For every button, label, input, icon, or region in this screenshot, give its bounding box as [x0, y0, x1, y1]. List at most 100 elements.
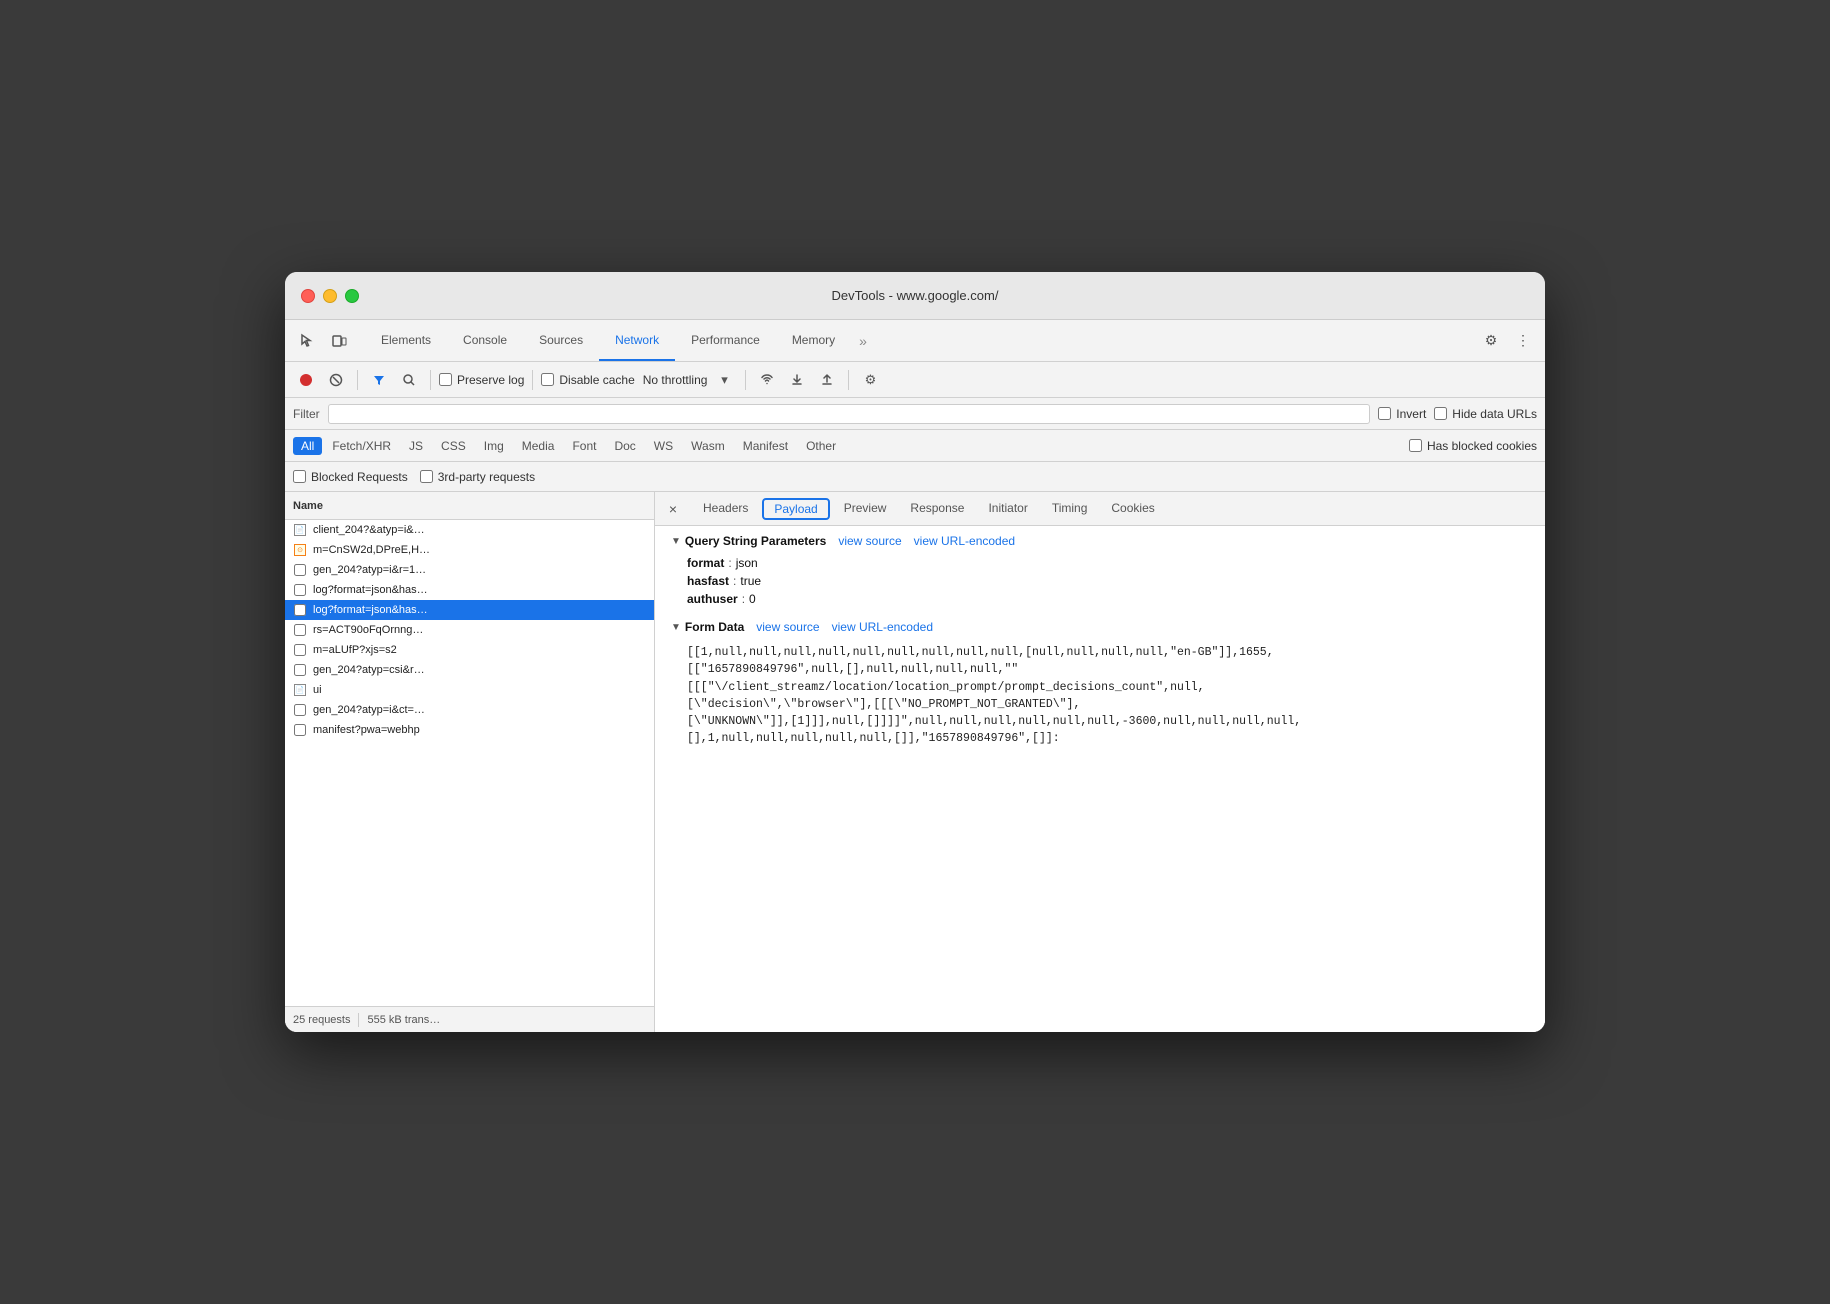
tab-performance[interactable]: Performance — [675, 320, 776, 361]
tab-sources[interactable]: Sources — [523, 320, 599, 361]
minimize-button[interactable] — [323, 289, 337, 303]
param-colon: : — [742, 592, 745, 606]
tab-memory[interactable]: Memory — [776, 320, 851, 361]
item-checkbox[interactable] — [294, 664, 306, 676]
request-list-panel: Name 📄 client_204?&atyp=i&… ⊙ m=CnSW2d,D… — [285, 492, 655, 1032]
network-conditions-button[interactable] — [754, 367, 780, 393]
filter-doc[interactable]: Doc — [606, 437, 643, 455]
filter-img[interactable]: Img — [476, 437, 512, 455]
query-section-title: ▼ Query String Parameters — [671, 534, 826, 548]
collapse-triangle-form[interactable]: ▼ — [671, 622, 681, 633]
maximize-button[interactable] — [345, 289, 359, 303]
filter-media[interactable]: Media — [514, 437, 563, 455]
tab-elements[interactable]: Elements — [365, 320, 447, 361]
tab-preview[interactable]: Preview — [832, 492, 899, 525]
request-item[interactable]: gen_204?atyp=csi&r… — [285, 660, 654, 680]
request-name: log?format=json&has… — [313, 584, 646, 596]
view-url-encoded-link[interactable]: view URL-encoded — [914, 534, 1015, 548]
tab-console[interactable]: Console — [447, 320, 523, 361]
preserve-log-label[interactable]: Preserve log — [439, 373, 524, 387]
throttle-dropdown[interactable]: ▾ — [711, 367, 737, 393]
item-checkbox[interactable] — [294, 584, 306, 596]
settings-icon-button[interactable]: ⚙ — [1477, 327, 1505, 355]
request-item[interactable]: ⊙ m=CnSW2d,DPreE,H… — [285, 540, 654, 560]
network-settings-button[interactable]: ⚙ — [857, 367, 883, 393]
tab-bar-tools — [293, 327, 353, 355]
status-divider — [358, 1013, 359, 1027]
request-item[interactable]: rs=ACT90oFqOrnng… — [285, 620, 654, 640]
request-item[interactable]: m=aLUfP?xjs=s2 — [285, 640, 654, 660]
import-button[interactable] — [784, 367, 810, 393]
hide-data-urls-label[interactable]: Hide data URLs — [1434, 407, 1537, 421]
form-view-source-link[interactable]: view source — [756, 620, 819, 634]
close-details-button[interactable]: × — [663, 499, 683, 519]
filter-fetch-xhr[interactable]: Fetch/XHR — [324, 437, 399, 455]
form-view-url-encoded-link[interactable]: view URL-encoded — [832, 620, 933, 634]
blocked-requests-checkbox[interactable] — [293, 470, 306, 483]
request-item[interactable]: gen_204?atyp=i&ct=… — [285, 700, 654, 720]
item-checkbox[interactable] — [294, 704, 306, 716]
item-checkbox[interactable] — [294, 724, 306, 736]
hide-data-urls-checkbox[interactable] — [1434, 407, 1447, 420]
tab-headers[interactable]: Headers — [691, 492, 760, 525]
form-data-value: [[1,null,null,null,null,null,null,null,n… — [671, 640, 1529, 752]
filter-types-bar: All Fetch/XHR JS CSS Img Media Font Doc … — [285, 430, 1545, 462]
tab-timing[interactable]: Timing — [1040, 492, 1100, 525]
collapse-triangle[interactable]: ▼ — [671, 536, 681, 547]
tab-network[interactable]: Network — [599, 320, 675, 361]
more-tabs-button[interactable]: » — [851, 333, 875, 349]
clear-button[interactable] — [323, 367, 349, 393]
item-checkbox[interactable] — [294, 624, 306, 636]
device-toggle-button[interactable] — [325, 327, 353, 355]
request-item[interactable]: log?format=json&has… — [285, 580, 654, 600]
request-item-selected[interactable]: log?format=json&has… — [285, 600, 654, 620]
preserve-log-checkbox[interactable] — [439, 373, 452, 386]
request-icon-doc: 📄 — [293, 683, 307, 697]
request-item[interactable]: 📄 ui — [285, 680, 654, 700]
disable-cache-checkbox[interactable] — [541, 373, 554, 386]
request-item[interactable]: 📄 client_204?&atyp=i&… — [285, 520, 654, 540]
filter-css[interactable]: CSS — [433, 437, 474, 455]
request-count: 25 requests — [293, 1014, 350, 1026]
filter-other[interactable]: Other — [798, 437, 844, 455]
filter-manifest[interactable]: Manifest — [735, 437, 796, 455]
select-element-button[interactable] — [293, 327, 321, 355]
item-checkbox[interactable] — [294, 604, 306, 616]
view-source-link[interactable]: view source — [838, 534, 901, 548]
tab-cookies[interactable]: Cookies — [1099, 492, 1166, 525]
request-item[interactable]: manifest?pwa=webhp — [285, 720, 654, 740]
filter-all[interactable]: All — [293, 437, 322, 455]
disable-cache-label[interactable]: Disable cache — [541, 373, 634, 387]
network-toolbar: Preserve log Disable cache No throttling… — [285, 362, 1545, 398]
third-party-checkbox[interactable] — [420, 470, 433, 483]
has-blocked-cookies-label[interactable]: Has blocked cookies — [1409, 439, 1537, 453]
filter-button[interactable] — [366, 367, 392, 393]
request-name: m=CnSW2d,DPreE,H… — [313, 544, 646, 556]
filter-font[interactable]: Font — [564, 437, 604, 455]
tab-payload[interactable]: Payload — [762, 498, 829, 520]
invert-label[interactable]: Invert — [1378, 407, 1426, 421]
item-checkbox[interactable] — [294, 644, 306, 656]
blocked-requests-label[interactable]: Blocked Requests — [293, 470, 408, 484]
request-icon — [293, 703, 307, 717]
more-options-button[interactable]: ⋮ — [1509, 327, 1537, 355]
query-section-header: ▼ Query String Parameters view source vi… — [671, 534, 1529, 548]
third-party-label[interactable]: 3rd-party requests — [420, 470, 535, 484]
param-value-hasfast: true — [740, 574, 761, 588]
status-bar: 25 requests 555 kB trans… — [285, 1006, 654, 1032]
has-blocked-cookies-checkbox[interactable] — [1409, 439, 1422, 452]
filter-wasm[interactable]: Wasm — [683, 437, 733, 455]
search-button[interactable] — [396, 367, 422, 393]
filter-js[interactable]: JS — [401, 437, 431, 455]
filter-ws[interactable]: WS — [646, 437, 681, 455]
record-button[interactable] — [293, 367, 319, 393]
export-button[interactable] — [814, 367, 840, 393]
tab-response[interactable]: Response — [898, 492, 976, 525]
request-item[interactable]: gen_204?atyp=i&r=1… — [285, 560, 654, 580]
item-checkbox[interactable] — [294, 564, 306, 576]
close-button[interactable] — [301, 289, 315, 303]
invert-checkbox[interactable] — [1378, 407, 1391, 420]
toolbar-divider-2 — [430, 370, 431, 390]
request-items: 📄 client_204?&atyp=i&… ⊙ m=CnSW2d,DPreE,… — [285, 520, 654, 1006]
tab-initiator[interactable]: Initiator — [976, 492, 1039, 525]
